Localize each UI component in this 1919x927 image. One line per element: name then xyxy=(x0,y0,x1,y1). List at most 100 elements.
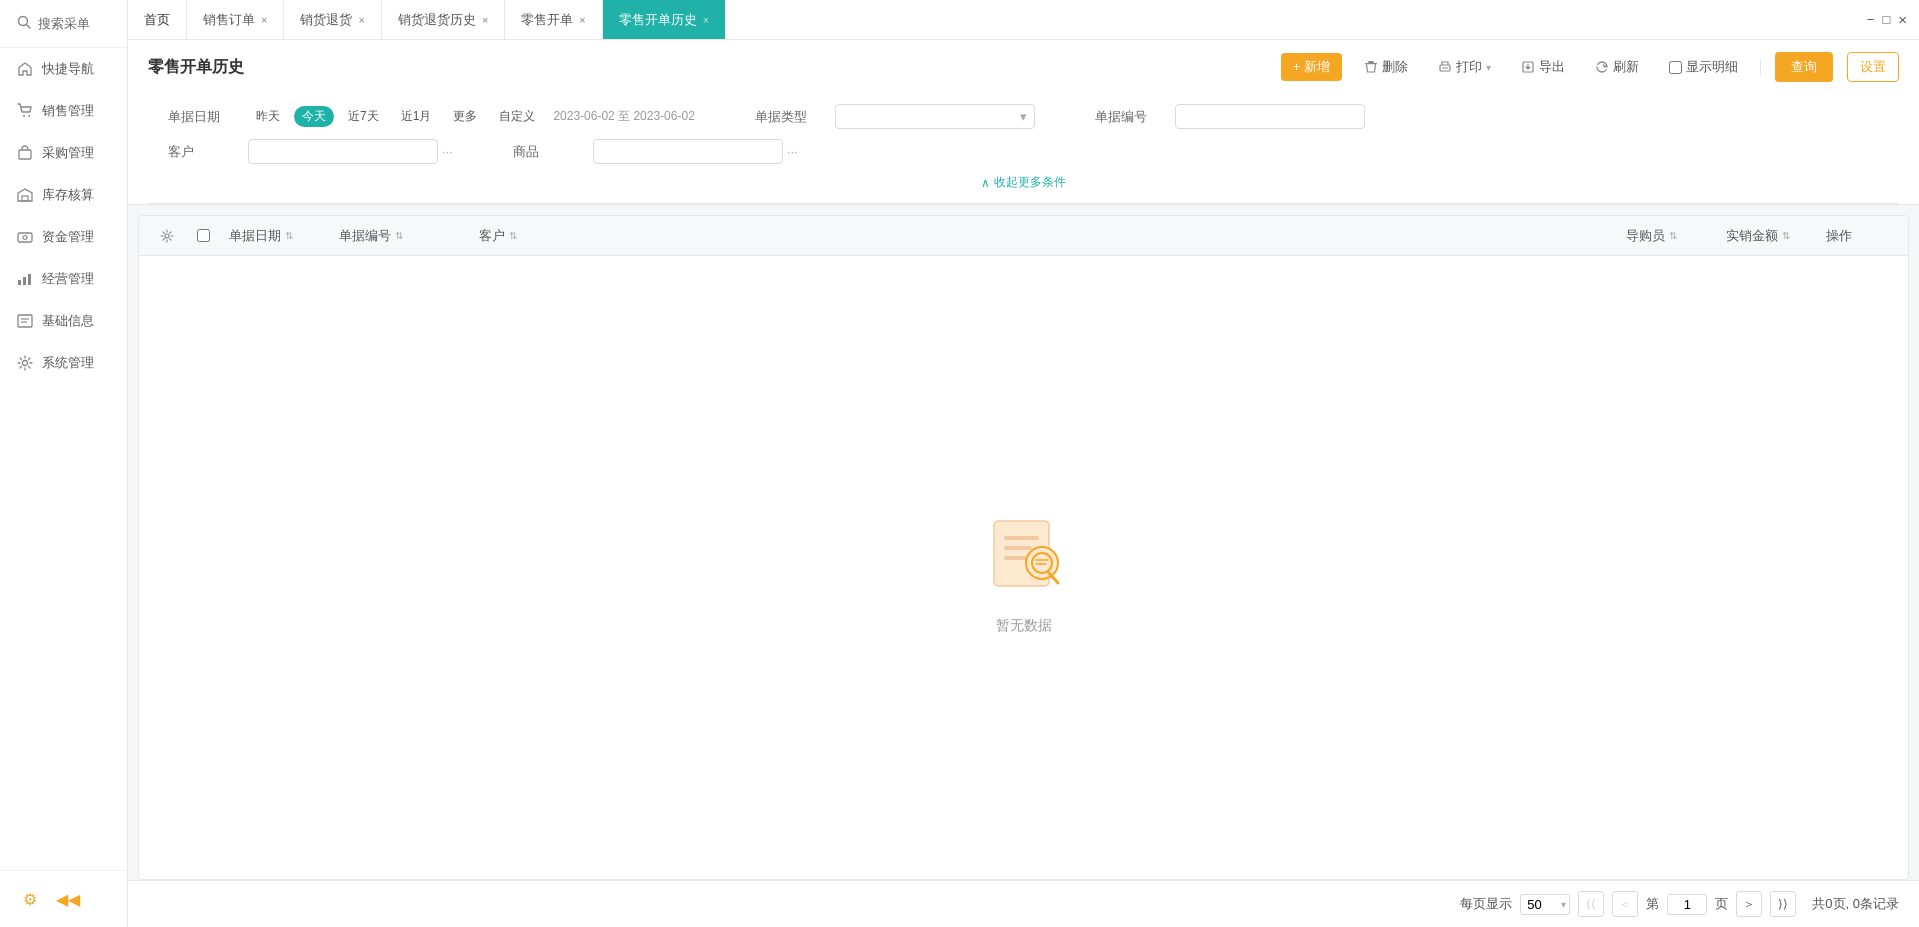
info-icon xyxy=(16,312,34,330)
page-header: 零售开单历史 + 新增 删除 打印 ▾ 导出 xyxy=(128,40,1919,205)
setting-button[interactable]: 设置 xyxy=(1847,52,1899,82)
tab-retail-open-label: 零售开单 xyxy=(521,11,573,29)
th-no[interactable]: 单据编号 ⇅ xyxy=(331,227,471,245)
date-1month[interactable]: 近1月 xyxy=(393,106,440,127)
tab-retail-open[interactable]: 零售开单 × xyxy=(505,0,602,39)
sidebar-item-inventory[interactable]: 库存核算 xyxy=(0,174,127,216)
date-7days[interactable]: 近7天 xyxy=(340,106,387,127)
svg-rect-8 xyxy=(18,280,21,285)
collapse-sidebar-icon[interactable]: ◀◀ xyxy=(54,885,82,913)
date-custom[interactable]: 自定义 xyxy=(491,106,543,127)
sidebar-item-basic-info[interactable]: 基础信息 xyxy=(0,300,127,342)
tab-home[interactable]: 首页 xyxy=(128,0,187,39)
tab-sales-order[interactable]: 销售订单 × xyxy=(187,0,284,39)
refresh-button[interactable]: 刷新 xyxy=(1587,54,1647,80)
first-page-btn[interactable]: ⟨⟨ xyxy=(1578,891,1604,917)
close-btn[interactable]: × xyxy=(1898,11,1907,28)
prev-page-btn[interactable]: ＜ xyxy=(1612,891,1638,917)
date-more[interactable]: 更多 xyxy=(445,106,485,127)
th-amount[interactable]: 实销金额 ⇅ xyxy=(1718,227,1818,245)
filter-row-1: 单据日期 昨天 今天 近7天 近1月 更多 自定义 2023-06-02 至 2… xyxy=(168,104,1879,129)
print-arrow-icon: ▾ xyxy=(1486,62,1491,73)
bag-icon xyxy=(16,144,34,162)
delete-button[interactable]: 删除 xyxy=(1356,54,1416,80)
th-customer[interactable]: 客户 ⇅ xyxy=(471,227,1618,245)
sidebar-item-label: 经营管理 xyxy=(42,270,94,288)
customer-dots-icon[interactable]: ··· xyxy=(442,144,453,159)
tab-sales-order-close[interactable]: × xyxy=(261,14,267,26)
sidebar-item-sys-mgmt[interactable]: 系统管理 xyxy=(0,342,127,384)
collapse-row[interactable]: ∧ 收起更多条件 xyxy=(168,174,1879,191)
date-today[interactable]: 今天 xyxy=(294,106,334,127)
page-title-row: 零售开单历史 + 新增 删除 打印 ▾ 导出 xyxy=(148,52,1899,92)
export-icon xyxy=(1521,60,1535,74)
svg-line-1 xyxy=(27,25,31,29)
page-unit: 页 xyxy=(1715,895,1728,913)
sort-guide-icon: ⇅ xyxy=(1669,230,1677,241)
th-amount-label: 实销金额 xyxy=(1726,227,1778,245)
th-checkbox[interactable] xyxy=(185,229,221,242)
warehouse-icon xyxy=(16,186,34,204)
tab-retail-open-close[interactable]: × xyxy=(579,14,585,26)
filter-row-2: 客户 ··· 商品 ··· xyxy=(168,139,1879,164)
tab-sales-return-history-label: 销货退货历史 xyxy=(398,11,476,29)
svg-point-14 xyxy=(23,361,28,366)
tab-retail-open-history[interactable]: 零售开单历史 × xyxy=(603,0,726,39)
date-yesterday[interactable]: 昨天 xyxy=(248,106,288,127)
select-all-checkbox[interactable] xyxy=(197,229,210,242)
svg-rect-4 xyxy=(19,150,31,159)
restore-btn[interactable]: □ xyxy=(1882,12,1890,27)
sidebar-item-operations[interactable]: 经营管理 xyxy=(0,258,127,300)
goods-input[interactable] xyxy=(593,139,783,164)
export-button[interactable]: 导出 xyxy=(1513,54,1573,80)
tab-sales-return-close[interactable]: × xyxy=(358,14,364,26)
cart-icon xyxy=(16,102,34,120)
sidebar-item-finance[interactable]: 资金管理 xyxy=(0,216,127,258)
print-button[interactable]: 打印 ▾ xyxy=(1430,54,1499,80)
table-container: 单据日期 ⇅ 单据编号 ⇅ 客户 ⇅ 导购员 ⇅ 实销金额 ⇅ xyxy=(138,215,1909,880)
svg-rect-9 xyxy=(23,277,26,285)
sidebar-item-quick-nav[interactable]: 快捷导航 xyxy=(0,48,127,90)
th-date-label: 单据日期 xyxy=(229,227,281,245)
type-select[interactable] xyxy=(835,104,1035,129)
sidebar-item-purchase-mgmt[interactable]: 采购管理 xyxy=(0,132,127,174)
th-customer-label: 客户 xyxy=(479,227,505,245)
query-button[interactable]: 查询 xyxy=(1775,52,1833,82)
next-page-btn[interactable]: ＞ xyxy=(1736,891,1762,917)
sidebar-bottom: ⚙ ◀◀ xyxy=(0,870,127,927)
th-no-label: 单据编号 xyxy=(339,227,391,245)
tab-sales-return[interactable]: 销货退货 × xyxy=(284,0,381,39)
settings-icon xyxy=(16,354,34,372)
no-input[interactable] xyxy=(1175,104,1365,129)
display-detail-checkbox[interactable] xyxy=(1669,61,1682,74)
tab-retail-open-history-close[interactable]: × xyxy=(703,14,709,26)
display-detail-button[interactable]: 显示明细 xyxy=(1661,54,1746,80)
th-date[interactable]: 单据日期 ⇅ xyxy=(221,227,331,245)
page-size-select[interactable]: 50 10 20 100 xyxy=(1520,894,1570,915)
search-icon xyxy=(16,14,32,33)
customer-input[interactable] xyxy=(248,139,438,164)
add-button[interactable]: + 新增 xyxy=(1281,53,1342,81)
tab-sales-return-history[interactable]: 销货退货历史 × xyxy=(382,0,505,39)
svg-rect-5 xyxy=(22,196,28,201)
last-page-btn[interactable]: ⟩⟩ xyxy=(1770,891,1796,917)
main-area: 首页 销售订单 × 销货退货 × 销货退货历史 × 零售开单 × 零售开单历史 … xyxy=(128,0,1919,927)
th-guide[interactable]: 导购员 ⇅ xyxy=(1618,227,1718,245)
sidebar-item-label: 销售管理 xyxy=(42,102,94,120)
type-label: 单据类型 xyxy=(755,108,815,126)
chart-icon xyxy=(16,270,34,288)
print-icon xyxy=(1438,60,1452,74)
sidebar-item-sales-mgmt[interactable]: 销售管理 xyxy=(0,90,127,132)
gear-bottom-icon[interactable]: ⚙ xyxy=(16,885,44,913)
sidebar-search[interactable]: 搜索采单 xyxy=(0,0,127,48)
tab-home-label: 首页 xyxy=(144,11,170,29)
th-settings[interactable] xyxy=(149,229,185,243)
svg-rect-23 xyxy=(1004,546,1032,550)
tab-sales-return-history-close[interactable]: × xyxy=(482,14,488,26)
minimize-btn[interactable]: − xyxy=(1867,12,1875,27)
goods-dots-icon[interactable]: ··· xyxy=(787,144,798,159)
sidebar-item-label: 资金管理 xyxy=(42,228,94,246)
type-select-wrap: ▾ xyxy=(835,104,1035,129)
page-number-input[interactable] xyxy=(1667,894,1707,915)
sidebar-search-label: 搜索采单 xyxy=(38,15,90,33)
